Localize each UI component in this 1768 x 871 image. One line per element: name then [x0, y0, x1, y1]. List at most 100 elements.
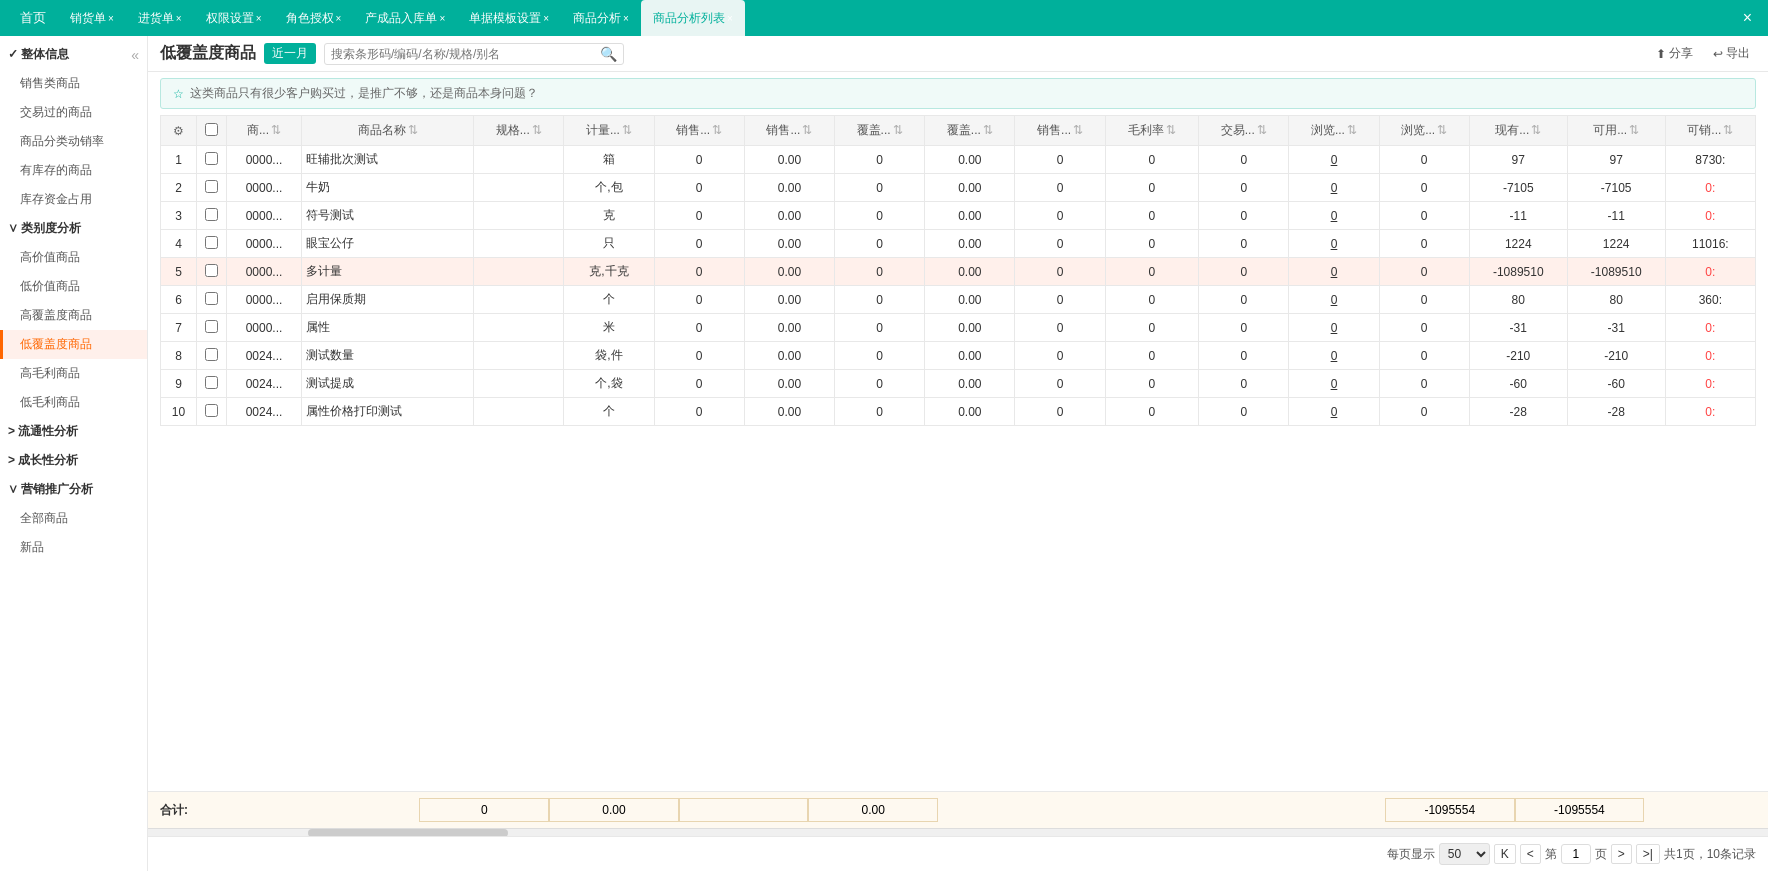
nav-close-purchase[interactable]: × — [176, 13, 182, 24]
col-stock2[interactable]: 可用...⇅ — [1567, 116, 1665, 146]
col-stock1[interactable]: 现有...⇅ — [1469, 116, 1567, 146]
cell-checkbox[interactable] — [197, 230, 227, 258]
nav-close-analysis[interactable]: × — [623, 13, 629, 24]
cell-checkbox[interactable] — [197, 258, 227, 286]
cell-browse1[interactable]: 0 — [1289, 174, 1379, 202]
sidebar-item-high-margin[interactable]: 高毛利商品 — [0, 359, 147, 388]
cell-checkbox[interactable] — [197, 342, 227, 370]
col-name[interactable]: 商品名称⇅ — [301, 116, 473, 146]
col-spec[interactable]: 规格...⇅ — [474, 116, 564, 146]
search-input[interactable] — [331, 47, 600, 61]
cell-browse1[interactable]: 0 — [1289, 342, 1379, 370]
col-unit[interactable]: 计量...⇅ — [564, 116, 654, 146]
row-checkbox[interactable] — [205, 180, 218, 193]
cell-browse1[interactable]: 0 — [1289, 286, 1379, 314]
cell-checkbox[interactable] — [197, 370, 227, 398]
sidebar-group-marketing[interactable]: ∨ 营销推广分析 — [0, 475, 147, 504]
next-page-btn[interactable]: > — [1611, 844, 1632, 864]
cell-checkbox[interactable] — [197, 174, 227, 202]
nav-roles[interactable]: 角色授权 × — [274, 0, 354, 36]
sidebar-item-traded-goods[interactable]: 交易过的商品 — [0, 98, 147, 127]
sidebar-item-high-value[interactable]: 高价值商品 — [0, 243, 147, 272]
cell-checkbox[interactable] — [197, 286, 227, 314]
nav-close-products[interactable]: × — [439, 13, 445, 24]
nav-close-sales[interactable]: × — [108, 13, 114, 24]
export-button[interactable]: ↩ 导出 — [1707, 42, 1756, 65]
nav-analysis-list[interactable]: 商品分析列表 × — [641, 0, 745, 36]
sidebar-group-liquidity[interactable]: > 流通性分析 — [0, 417, 147, 446]
prev-page-btn[interactable]: < — [1520, 844, 1541, 864]
table-wrapper[interactable]: ⚙ 商...⇅ 商品名称⇅ 规格...⇅ 计量...⇅ 销售...⇅ 销售...… — [148, 115, 1768, 791]
per-page-select[interactable]: 50 100 200 — [1439, 843, 1490, 865]
horizontal-scrollbar[interactable] — [148, 828, 1768, 836]
col-browse2[interactable]: 浏览...⇅ — [1379, 116, 1469, 146]
col-browse1[interactable]: 浏览...⇅ — [1289, 116, 1379, 146]
row-checkbox[interactable] — [205, 236, 218, 249]
nav-close-analysis-list[interactable]: × — [727, 13, 733, 24]
cell-checkbox[interactable] — [197, 314, 227, 342]
cell-spec — [474, 398, 564, 426]
nav-close-templates[interactable]: × — [543, 13, 549, 24]
sidebar-item-stock-capital[interactable]: 库存资金占用 — [0, 185, 147, 214]
nav-products[interactable]: 产成品入库单 × — [353, 0, 457, 36]
sidebar-group-category[interactable]: ∨ 类别度分析 — [0, 214, 147, 243]
sidebar-item-low-value[interactable]: 低价值商品 — [0, 272, 147, 301]
first-page-btn[interactable]: K — [1494, 844, 1516, 864]
window-close-button[interactable]: × — [1735, 9, 1760, 27]
nav-close-roles[interactable]: × — [336, 13, 342, 24]
col-cover2[interactable]: 覆盖...⇅ — [925, 116, 1015, 146]
share-button[interactable]: ⬆ 分享 — [1650, 42, 1699, 65]
cell-checkbox[interactable] — [197, 202, 227, 230]
row-checkbox[interactable] — [205, 348, 218, 361]
sidebar-item-category-rate[interactable]: 商品分类动销率 — [0, 127, 147, 156]
col-sales3[interactable]: 销售...⇅ — [1015, 116, 1105, 146]
cell-browse1[interactable]: 0 — [1289, 258, 1379, 286]
col-cover1[interactable]: 覆盖...⇅ — [835, 116, 925, 146]
page-number-input[interactable] — [1561, 844, 1591, 864]
col-sales-qty[interactable]: 销售...⇅ — [654, 116, 744, 146]
nav-close-permissions[interactable]: × — [256, 13, 262, 24]
sidebar-item-stocked-goods[interactable]: 有库存的商品 — [0, 156, 147, 185]
col-trade[interactable]: 交易...⇅ — [1199, 116, 1289, 146]
time-filter-btn[interactable]: 近一月 — [264, 43, 316, 64]
col-settings[interactable]: ⚙ — [161, 116, 197, 146]
col-code[interactable]: 商...⇅ — [227, 116, 302, 146]
settings-icon[interactable]: ⚙ — [173, 124, 184, 138]
cell-browse1[interactable]: 0 — [1289, 230, 1379, 258]
row-checkbox[interactable] — [205, 292, 218, 305]
cell-browse1[interactable]: 0 — [1289, 314, 1379, 342]
nav-templates[interactable]: 单据模板设置 × — [457, 0, 561, 36]
col-sales-amt[interactable]: 销售...⇅ — [744, 116, 834, 146]
sidebar-item-high-coverage[interactable]: 高覆盖度商品 — [0, 301, 147, 330]
sidebar-group-growth[interactable]: > 成长性分析 — [0, 446, 147, 475]
col-stock3[interactable]: 可销...⇅ — [1665, 116, 1755, 146]
nav-sales[interactable]: 销货单 × — [58, 0, 126, 36]
cell-browse1[interactable]: 0 — [1289, 202, 1379, 230]
cell-browse1[interactable]: 0 — [1289, 146, 1379, 174]
row-checkbox[interactable] — [205, 376, 218, 389]
cell-browse1[interactable]: 0 — [1289, 370, 1379, 398]
sidebar-group-overall-title[interactable]: ✓ 整体信息 — [8, 46, 69, 63]
row-checkbox[interactable] — [205, 208, 218, 221]
nav-analysis[interactable]: 商品分析 × — [561, 0, 641, 36]
row-checkbox[interactable] — [205, 152, 218, 165]
sidebar-item-low-margin[interactable]: 低毛利商品 — [0, 388, 147, 417]
nav-purchase[interactable]: 进货单 × — [126, 0, 194, 36]
nav-permissions[interactable]: 权限设置 × — [194, 0, 274, 36]
sidebar-item-sales-goods[interactable]: 销售类商品 — [0, 69, 147, 98]
last-page-btn[interactable]: >| — [1636, 844, 1660, 864]
sidebar-collapse-btn[interactable]: « — [131, 47, 139, 63]
cell-browse1[interactable]: 0 — [1289, 398, 1379, 426]
row-checkbox[interactable] — [205, 404, 218, 417]
sidebar-item-low-coverage[interactable]: 低覆盖度商品 — [0, 330, 147, 359]
cell-checkbox[interactable] — [197, 146, 227, 174]
nav-home[interactable]: 首页 — [8, 0, 58, 36]
sidebar-item-new-goods[interactable]: 新品 — [0, 533, 147, 562]
col-gross[interactable]: 毛利率⇅ — [1105, 116, 1198, 146]
cell-checkbox[interactable] — [197, 398, 227, 426]
row-checkbox[interactable] — [205, 320, 218, 333]
select-all-checkbox[interactable] — [205, 123, 218, 136]
sidebar-item-all-goods[interactable]: 全部商品 — [0, 504, 147, 533]
row-checkbox[interactable] — [205, 264, 218, 277]
search-icon[interactable]: 🔍 — [600, 46, 617, 62]
